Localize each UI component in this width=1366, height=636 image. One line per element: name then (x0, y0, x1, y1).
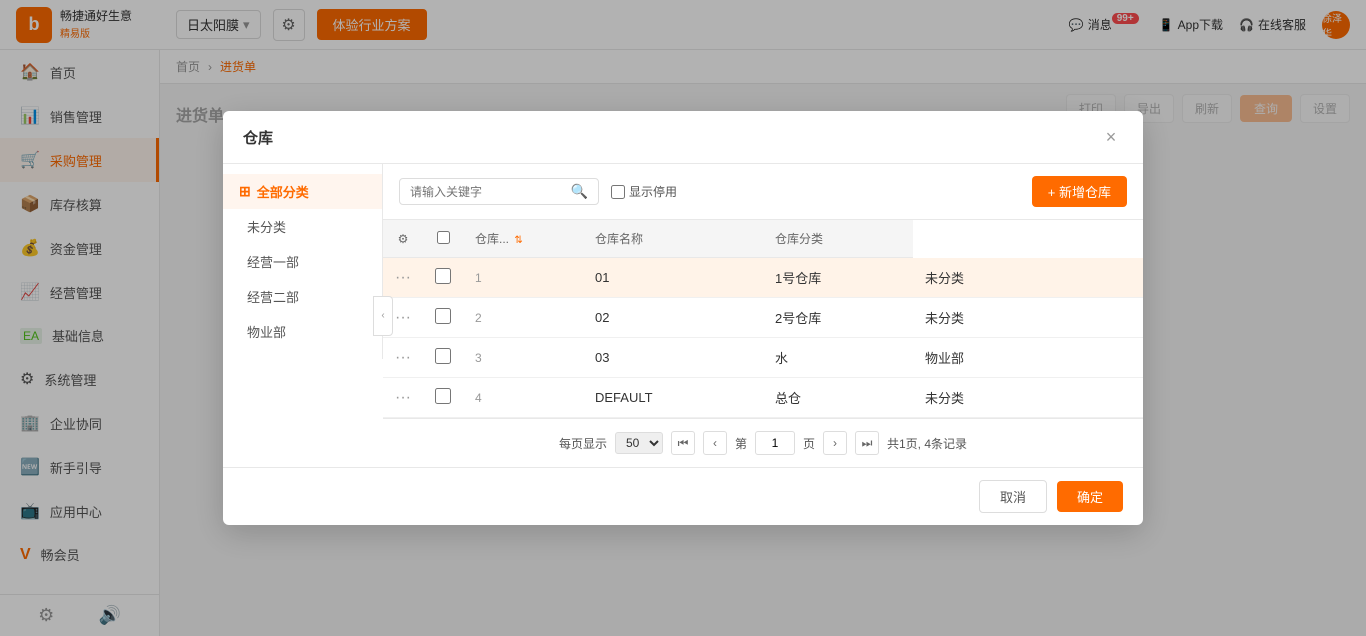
total-info: 共1页, 4条记录 (887, 435, 967, 452)
row-3-code: 03 (583, 338, 763, 378)
collapse-category-button[interactable]: ‹ (373, 296, 393, 336)
next-page-button[interactable]: › (823, 431, 847, 455)
search-icon[interactable]: 🔍 (571, 183, 588, 200)
table-row: ··· 1 01 1号仓库 未分类 (383, 258, 1143, 298)
row-2-checkbox[interactable] (435, 308, 451, 324)
confirm-button[interactable]: 确定 (1057, 481, 1123, 512)
row-3-checkbox[interactable] (435, 348, 451, 364)
modal-header: 仓库 × (223, 111, 1143, 164)
category-item-property[interactable]: 物业部 (223, 314, 382, 349)
row-2-category: 未分类 (913, 298, 1143, 338)
category-item-1[interactable]: 经营一部 (223, 244, 382, 279)
more-icon[interactable]: ··· (395, 389, 411, 406)
row-1-category: 未分类 (913, 258, 1143, 298)
modal-actions: 取消 确定 (223, 467, 1143, 525)
pagination-bar: 每页显示 50 ⏮ ‹ 第 页 › ⏭ 共1页, 4条记录 (383, 418, 1143, 467)
cancel-button[interactable]: 取消 (979, 480, 1047, 513)
sort-icon-code: ⇅ (514, 235, 522, 246)
page-unit: 页 (803, 435, 815, 452)
table-panel: 🔍 显示停用 + 新增仓库 ⚙ (383, 164, 1143, 467)
row-3-actions: ··· (383, 338, 423, 378)
table-toolbar: 🔍 显示停用 + 新增仓库 (383, 164, 1143, 220)
add-warehouse-button[interactable]: + 新增仓库 (1032, 176, 1127, 207)
row-4-actions: ··· (383, 378, 423, 418)
th-checkbox (423, 220, 463, 258)
category-item-2[interactable]: 经营二部 (223, 279, 382, 314)
table-header-row: ⚙ 仓库... ⇅ 仓库名称 仓库分类 (383, 220, 1143, 258)
row-4-check (423, 378, 463, 418)
row-1-num: 1 (463, 258, 583, 298)
table-row: ··· 2 02 2号仓库 未分类 (383, 298, 1143, 338)
modal-close-button[interactable]: × (1099, 125, 1123, 149)
row-4-code: DEFAULT (583, 378, 763, 418)
per-page-select[interactable]: 50 (615, 432, 663, 454)
row-3-num: 3 (463, 338, 583, 378)
row-4-num: 4 (463, 378, 583, 418)
row-4-name: 总仓 (763, 378, 913, 418)
table-row: ··· 4 DEFAULT 总仓 未分类 (383, 378, 1143, 418)
row-2-check (423, 298, 463, 338)
more-icon[interactable]: ··· (395, 309, 411, 326)
row-1-code: 01 (583, 258, 763, 298)
row-2-num: 2 (463, 298, 583, 338)
table-row: ··· 3 03 水 物业部 (383, 338, 1143, 378)
category-all[interactable]: ⊞ 全部分类 (223, 174, 382, 209)
row-1-actions: ··· (383, 258, 423, 298)
table-head: ⚙ 仓库... ⇅ 仓库名称 仓库分类 (383, 220, 1143, 258)
select-all-checkbox[interactable] (437, 231, 450, 244)
warehouse-modal: 仓库 × ⊞ 全部分类 未分类 经营一部 经营二部 物业部 ‹ 🔍 (223, 111, 1143, 525)
search-box: 🔍 (399, 178, 599, 205)
row-1-name: 1号仓库 (763, 258, 913, 298)
row-2-name: 2号仓库 (763, 298, 913, 338)
modal-title: 仓库 (243, 127, 273, 148)
modal-body: ⊞ 全部分类 未分类 经营一部 经营二部 物业部 ‹ 🔍 显示停用 (223, 164, 1143, 467)
page-label: 第 (735, 435, 747, 452)
warehouse-table: ⚙ 仓库... ⇅ 仓库名称 仓库分类 (383, 220, 1143, 418)
search-input[interactable] (410, 185, 565, 199)
row-3-category: 物业部 (913, 338, 1143, 378)
table-body: ··· 1 01 1号仓库 未分类 (383, 258, 1143, 418)
grid-icon: ⊞ (239, 183, 251, 200)
th-settings: ⚙ (383, 220, 423, 258)
category-item-unclassified[interactable]: 未分类 (223, 209, 382, 244)
show-disabled-label[interactable]: 显示停用 (611, 183, 677, 200)
row-2-code: 02 (583, 298, 763, 338)
show-disabled-checkbox[interactable] (611, 185, 625, 199)
row-3-check (423, 338, 463, 378)
row-1-checkbox[interactable] (435, 268, 451, 284)
th-category: 仓库分类 (763, 220, 913, 258)
row-4-category: 未分类 (913, 378, 1143, 418)
row-1-check (423, 258, 463, 298)
prev-page-button[interactable]: ‹ (703, 431, 727, 455)
row-4-checkbox[interactable] (435, 388, 451, 404)
last-page-button[interactable]: ⏭ (855, 431, 879, 455)
th-name: 仓库名称 (583, 220, 763, 258)
data-table: ⚙ 仓库... ⇅ 仓库名称 仓库分类 (383, 220, 1143, 418)
more-icon[interactable]: ··· (395, 349, 411, 366)
page-number-input[interactable] (755, 431, 795, 455)
first-page-button[interactable]: ⏮ (671, 431, 695, 455)
category-panel: ⊞ 全部分类 未分类 经营一部 经营二部 物业部 (223, 164, 383, 359)
more-icon[interactable]: ··· (395, 269, 411, 286)
category-panel-wrap: ⊞ 全部分类 未分类 经营一部 经营二部 物业部 ‹ (223, 164, 383, 467)
th-code: 仓库... ⇅ (463, 220, 583, 258)
row-3-name: 水 (763, 338, 913, 378)
